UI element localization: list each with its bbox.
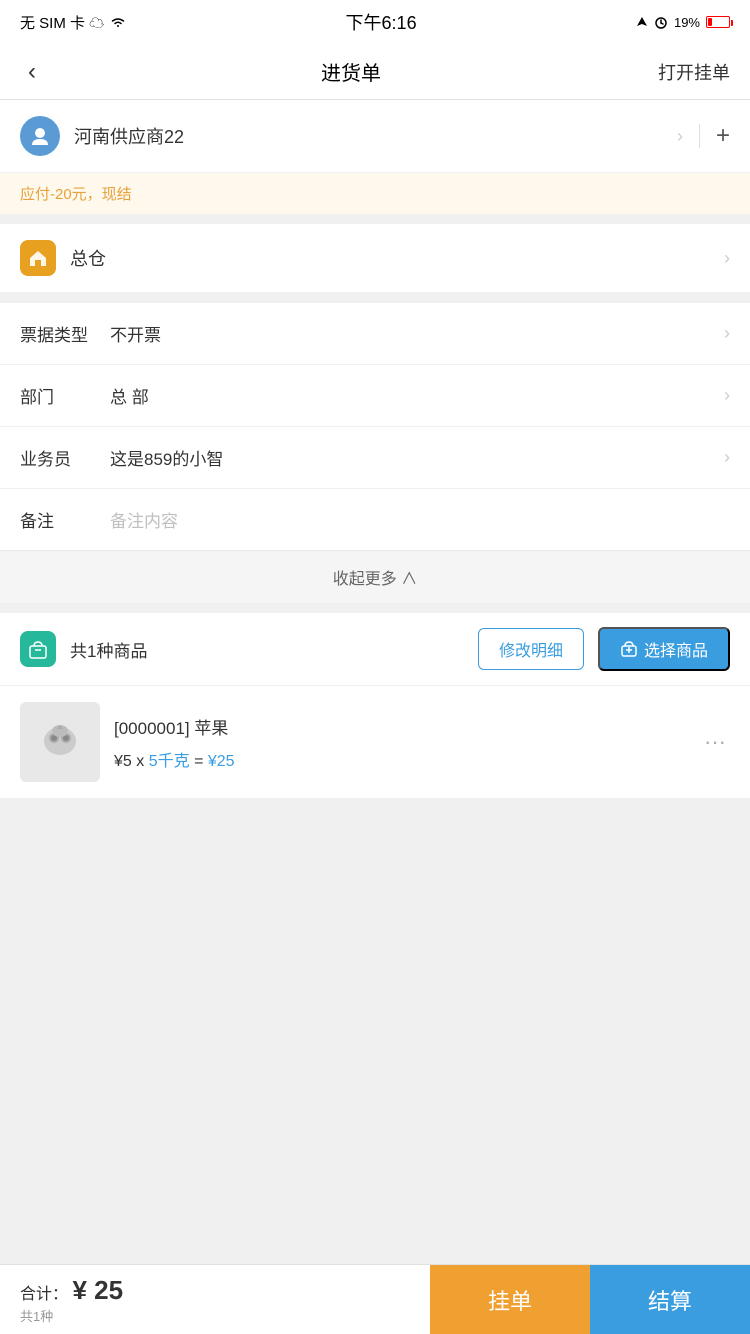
invoice-row[interactable]: 票据类型 不开票 › xyxy=(0,302,750,364)
select-product-label: 选择商品 xyxy=(644,637,708,661)
product-total: ¥25 xyxy=(208,753,235,770)
product-count: 共1种商品 xyxy=(70,637,464,662)
warehouse-row[interactable]: 总仓 › xyxy=(0,224,750,292)
sim-text: 无 SIM 卡 ☁ xyxy=(20,12,104,33)
page-title: 进货单 xyxy=(321,57,381,86)
modify-detail-button[interactable]: 修改明细 xyxy=(478,628,584,670)
product-item: [0000001] 苹果 ¥5 x 5千克 = ¥25 ··· xyxy=(0,685,750,798)
dept-label: 部门 xyxy=(20,383,100,408)
dept-row[interactable]: 部门 总 部 › xyxy=(0,364,750,426)
product-info: [0000001] 苹果 ¥5 x 5千克 = ¥25 xyxy=(114,714,686,771)
content: 河南供应商22 › + 应付-20元，现结 总仓 › 票据类型 xyxy=(0,100,750,878)
supplier-name: 河南供应商22 xyxy=(74,123,677,149)
invoice-value: 不开票 xyxy=(100,321,724,346)
supplier-card: 河南供应商22 › + 应付-20元，现结 xyxy=(0,100,750,214)
total-amount: ¥ 25 xyxy=(72,1275,123,1305)
nav-bar: ‹ 进货单 打开挂单 xyxy=(0,44,750,100)
invoice-chevron-icon: › xyxy=(724,323,730,344)
product-price: ¥5 x 5千克 = ¥25 xyxy=(114,747,686,771)
notice-bar: 应付-20元，现结 xyxy=(0,173,750,214)
invoice-label: 票据类型 xyxy=(20,321,100,346)
product-thumb-icon xyxy=(35,713,85,771)
back-button[interactable]: ‹ xyxy=(20,54,44,90)
wifi-icon xyxy=(110,16,126,28)
product-more-button[interactable]: ··· xyxy=(700,725,730,759)
staff-row[interactable]: 业务员 这是859的小智 › xyxy=(0,426,750,488)
products-card: 共1种商品 修改明细 选择商品 xyxy=(0,613,750,798)
equals-sign: = xyxy=(194,753,208,770)
collapse-label: 收起更多 ∧ xyxy=(333,571,417,588)
product-name: [0000001] 苹果 xyxy=(114,714,686,739)
owl-logo-icon xyxy=(35,713,85,763)
battery-text: 19% xyxy=(674,15,700,30)
status-left: 无 SIM 卡 ☁ xyxy=(20,12,126,33)
warehouse-chevron-icon: › xyxy=(724,248,730,269)
price-value: ¥5 xyxy=(114,753,132,770)
bottom-bar: 合计： ¥ 25 共1种 挂单 结算 xyxy=(0,1264,750,1334)
shopping-icon xyxy=(27,638,49,660)
staff-value: 这是859的小智 xyxy=(100,445,724,470)
total-row: 合计： ¥ 25 xyxy=(20,1275,410,1306)
home-icon xyxy=(28,248,48,268)
warehouse-icon xyxy=(20,240,56,276)
product-icon xyxy=(20,631,56,667)
remark-label: 备注 xyxy=(20,507,100,532)
product-header: 共1种商品 修改明细 选择商品 xyxy=(0,613,750,685)
remark-row[interactable]: 备注 备注内容 xyxy=(0,488,750,550)
hang-label: 挂单 xyxy=(488,1284,532,1316)
supplier-chevron-icon: › xyxy=(677,126,683,147)
collapse-button[interactable]: 收起更多 ∧ xyxy=(0,550,750,603)
select-product-button[interactable]: 选择商品 xyxy=(598,627,730,671)
status-right: 19% xyxy=(636,15,730,30)
add-supplier-button[interactable]: + xyxy=(716,122,730,150)
product-title: 苹果 xyxy=(194,719,228,738)
supplier-avatar xyxy=(20,116,60,156)
divider xyxy=(699,124,700,148)
person-icon xyxy=(29,125,51,147)
form-card: 票据类型 不开票 › 部门 总 部 › 业务员 这是859的小智 › 备注 备注… xyxy=(0,302,750,603)
dept-value: 总 部 xyxy=(100,383,724,408)
multiply-sign: x xyxy=(136,753,148,770)
battery-icon xyxy=(706,16,730,28)
remark-input[interactable]: 备注内容 xyxy=(100,507,730,532)
total-label: 合计： xyxy=(20,1286,68,1303)
location-icon xyxy=(636,16,648,28)
alarm-icon xyxy=(654,15,668,29)
notice-text: 应付-20元，现结 xyxy=(20,186,132,203)
open-hang-button[interactable]: 打开挂单 xyxy=(658,59,730,85)
product-code: [0000001] xyxy=(114,719,190,738)
product-quantity: 5千克 xyxy=(149,753,190,770)
hang-button[interactable]: 挂单 xyxy=(430,1265,590,1334)
checkout-button[interactable]: 结算 xyxy=(590,1265,750,1334)
status-time: 下午6:16 xyxy=(346,9,417,35)
product-thumbnail xyxy=(20,702,100,782)
status-bar: 无 SIM 卡 ☁ 下午6:16 19% xyxy=(0,0,750,44)
total-section: 合计： ¥ 25 共1种 xyxy=(0,1265,430,1334)
warehouse-name: 总仓 xyxy=(70,245,724,271)
warehouse-card: 总仓 › xyxy=(0,224,750,292)
staff-chevron-icon: › xyxy=(724,447,730,468)
cart-icon xyxy=(620,640,638,658)
checkout-label: 结算 xyxy=(648,1284,692,1316)
staff-label: 业务员 xyxy=(20,445,100,470)
total-count: 共1种 xyxy=(20,1306,410,1325)
supplier-row[interactable]: 河南供应商22 › + xyxy=(0,100,750,173)
dept-chevron-icon: › xyxy=(724,385,730,406)
